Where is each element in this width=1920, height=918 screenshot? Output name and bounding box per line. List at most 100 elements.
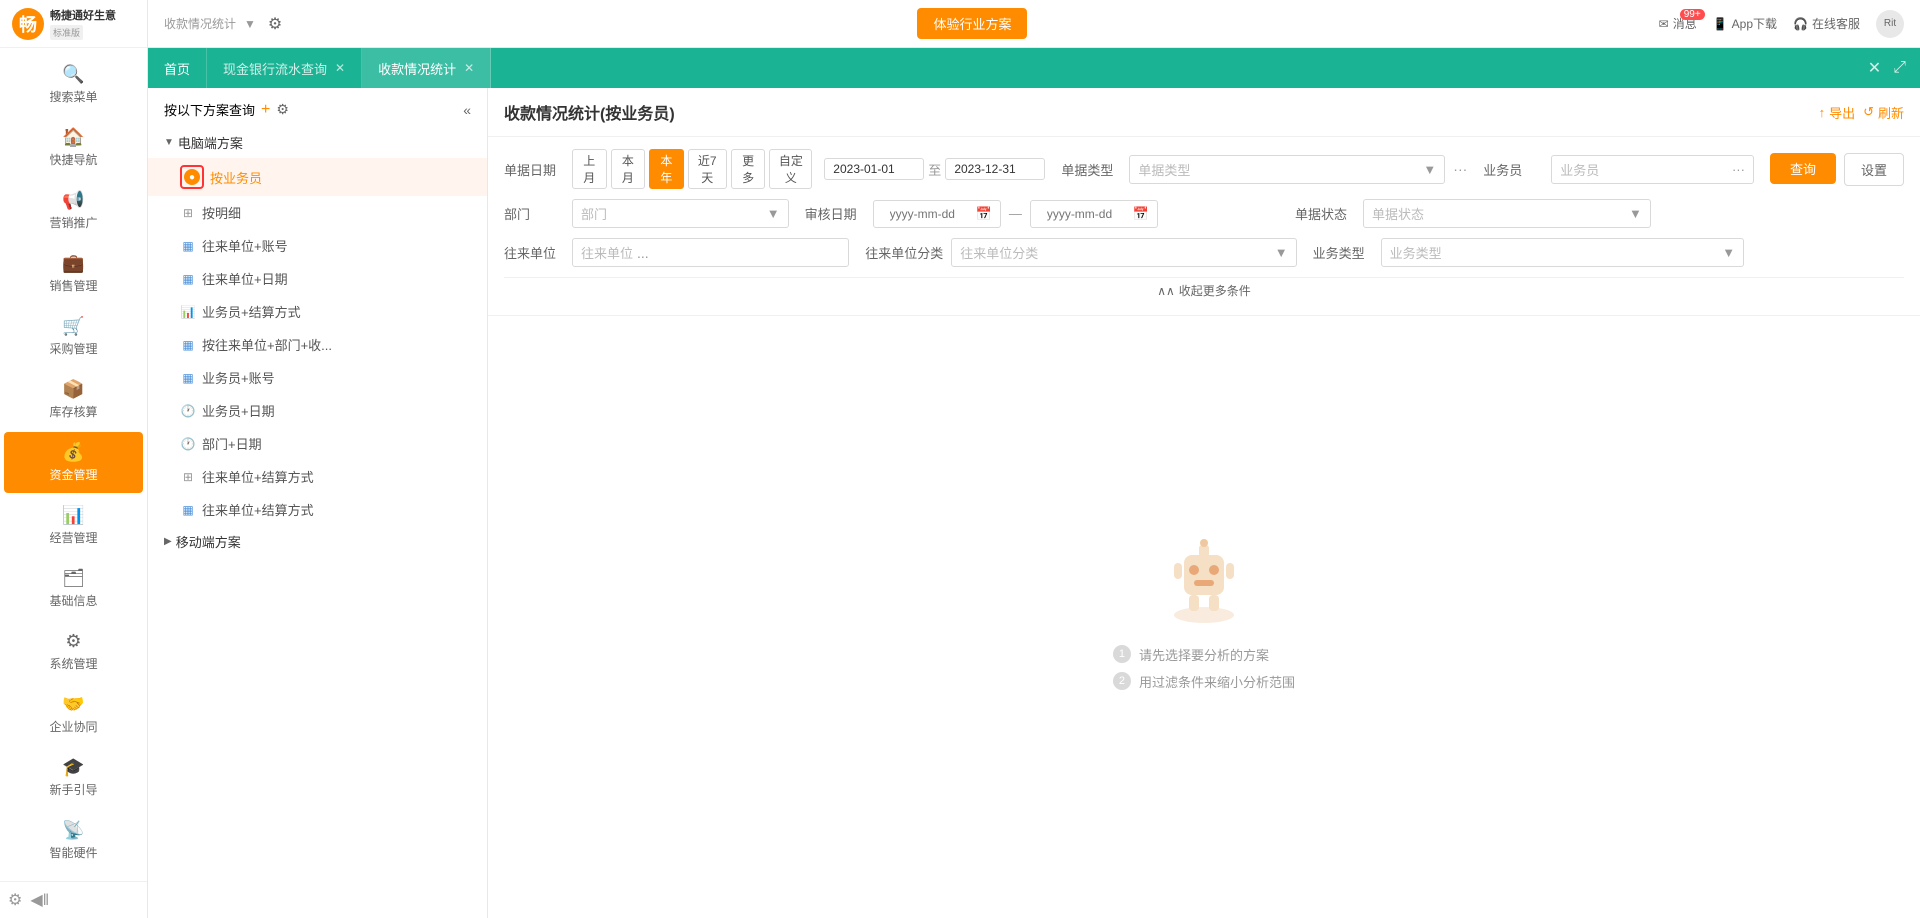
sidebar-item-operation[interactable]: 📊 经营管理 xyxy=(4,495,143,556)
sidebar-item-label: 基础信息 xyxy=(49,592,97,609)
export-btn[interactable]: ↑ 导出 xyxy=(1819,103,1856,122)
tab-home[interactable]: 首页 xyxy=(148,48,207,88)
calendar-to-icon[interactable]: 📅 xyxy=(1133,206,1149,222)
tree-section-desktop: ▼ 电脑端方案 ● 按业务员 ⊞ 按明细 ▦ 往来单位+账号 xyxy=(148,127,487,526)
review-date-from-wrap[interactable]: 📅 xyxy=(873,200,1001,228)
query-btn[interactable]: 查询 xyxy=(1770,153,1836,184)
counterpart-category-select[interactable]: 往来单位分类 ▼ xyxy=(951,238,1296,267)
export-label: 导出 xyxy=(1829,103,1855,122)
sidebar-settings-btn[interactable]: ⚙ xyxy=(8,890,22,910)
close-window-btn[interactable]: ✕ xyxy=(1862,58,1887,78)
breadcrumb-arrow[interactable]: ▼ xyxy=(244,17,256,31)
biz-type-value: 业务类型 xyxy=(1390,243,1442,262)
sidebar: 畅 畅捷通好生意 标准版 🔍 搜索菜单 🏠 快捷导航 📢 营销推广 💼 销售管理… xyxy=(0,0,148,918)
tree-item-salesman-settle[interactable]: 📊 业务员+结算方式 xyxy=(148,295,487,328)
sidebar-item-smart-hw[interactable]: 📡 智能硬件 xyxy=(4,810,143,871)
panel-settings-btn[interactable]: ⚙ xyxy=(276,101,289,118)
sidebar-item-sales[interactable]: 💼 销售管理 xyxy=(4,243,143,304)
biz-type-select[interactable]: 业务类型 ▼ xyxy=(1381,238,1744,267)
sidebar-item-search-menu[interactable]: 🔍 搜索菜单 xyxy=(4,54,143,115)
sidebar-item-enterprise-wx[interactable]: 💬 企业微信 xyxy=(4,873,143,881)
message-btn[interactable]: ✉ 消息 99+ xyxy=(1659,15,1697,32)
date-from-input[interactable] xyxy=(824,158,924,180)
maximize-window-btn[interactable]: ⤢ xyxy=(1887,59,1912,77)
review-date-from-input[interactable] xyxy=(882,204,972,224)
enterprise-icon: 🤝 xyxy=(62,694,84,715)
sidebar-collapse-btn[interactable]: ◀‖ xyxy=(30,890,49,910)
collapse-more-btn[interactable]: ∧∧ 收起更多条件 xyxy=(504,277,1904,303)
calendar-from-icon[interactable]: 📅 xyxy=(976,206,992,222)
sidebar-item-marketing[interactable]: 📢 营销推广 xyxy=(4,180,143,241)
tree-expand-arrow: ▼ xyxy=(164,137,174,148)
salesman-select[interactable]: 业务员 ··· xyxy=(1551,155,1754,184)
app-download-btn[interactable]: 📱 App下载 xyxy=(1713,15,1777,32)
tab-bank-flow-close[interactable]: ✕ xyxy=(335,61,345,75)
tree-item-label: 往来单位+结算方式 xyxy=(202,467,314,486)
sidebar-item-purchase[interactable]: 🛒 采购管理 xyxy=(4,306,143,367)
sidebar-item-basic-info[interactable]: 🗂 基础信息 xyxy=(4,558,143,619)
tree-item-counterpart-settle1[interactable]: ⊞ 往来单位+结算方式 xyxy=(148,460,487,493)
tree-item-by-salesman[interactable]: ● 按业务员 xyxy=(148,158,487,196)
date-more-btn[interactable]: 更多 xyxy=(731,149,766,189)
panel-collapse-btn[interactable]: « xyxy=(463,102,471,118)
tree-item-counterpart-date[interactable]: ▦ 往来单位+日期 xyxy=(148,262,487,295)
tree-item-dept-date[interactable]: 🕐 部门+日期 xyxy=(148,427,487,460)
tree-item-counterpart-account[interactable]: ▦ 往来单位+账号 xyxy=(148,229,487,262)
date-filter-group: 单据日期 上月 本月 本年 近7天 更多 自定义 至 xyxy=(504,149,1045,189)
date-this-month-btn[interactable]: 本月 xyxy=(611,149,646,189)
sidebar-item-label: 系统管理 xyxy=(49,655,97,672)
tip-num-2: 2 xyxy=(1113,672,1131,690)
tree-item-counterpart-settle2[interactable]: ▦ 往来单位+结算方式 xyxy=(148,493,487,526)
tree-section-mobile-header[interactable]: ▶ 移动端方案 xyxy=(148,526,487,557)
tree-item-label: 业务员+账号 xyxy=(202,368,275,387)
tab-receipt-stats-close[interactable]: ✕ xyxy=(464,61,474,75)
doc-type-select[interactable]: 单据类型 ▼ xyxy=(1129,155,1445,184)
date-custom-btn[interactable]: 自定义 xyxy=(769,149,812,189)
trial-btn[interactable]: 体验行业方案 xyxy=(917,8,1027,39)
online-service-btn[interactable]: 🎧 在线客服 xyxy=(1793,15,1860,32)
date-this-year-btn[interactable]: 本年 xyxy=(649,149,684,189)
tree-item-by-detail[interactable]: ⊞ 按明细 xyxy=(148,196,487,229)
dept-label: 部门 xyxy=(504,204,564,223)
empty-illustration xyxy=(1154,535,1254,625)
sidebar-item-label: 经营管理 xyxy=(49,529,97,546)
tab-bank-flow[interactable]: 现金银行流水查询 ✕ xyxy=(207,48,362,88)
sidebar-item-label: 资金管理 xyxy=(49,466,97,483)
sidebar-item-inventory[interactable]: 📦 库存核算 xyxy=(4,369,143,430)
filter-area: 单据日期 上月 本月 本年 近7天 更多 自定义 至 xyxy=(488,137,1920,316)
refresh-btn[interactable]: ↺ 刷新 xyxy=(1863,103,1904,122)
sidebar-item-enterprise[interactable]: 🤝 企业协同 xyxy=(4,684,143,745)
review-date-to-input[interactable] xyxy=(1039,204,1129,224)
counterpart-input[interactable]: 往来单位 ... xyxy=(572,238,849,267)
tree-item-salesman-date[interactable]: 🕐 业务员+日期 xyxy=(148,394,487,427)
tip-text-1: 请先选择要分析的方案 xyxy=(1139,645,1269,664)
empty-tip-2: 2 用过滤条件来缩小分析范围 xyxy=(1113,672,1295,691)
date-last-month-btn[interactable]: 上月 xyxy=(572,149,607,189)
dept-select[interactable]: 部门 ▼ xyxy=(572,199,789,228)
page-header: 收款情况统计(按业务员) ↑ 导出 ↺ 刷新 xyxy=(488,88,1920,137)
sidebar-item-quick-nav[interactable]: 🏠 快捷导航 xyxy=(4,117,143,178)
sidebar-item-system[interactable]: ⚙ 系统管理 xyxy=(4,621,143,682)
user-avatar[interactable]: Rit xyxy=(1876,10,1904,38)
tree-item-counterpart-dept-recv[interactable]: ▦ 按往来单位+部门+收... xyxy=(148,328,487,361)
sidebar-item-finance[interactable]: 💰 资金管理 xyxy=(4,432,143,493)
settings-btn[interactable]: 设置 xyxy=(1844,153,1904,186)
review-date-to-wrap[interactable]: 📅 xyxy=(1030,200,1158,228)
tree-item-salesman-account[interactable]: ▦ 业务员+账号 xyxy=(148,361,487,394)
date-to-input[interactable] xyxy=(945,158,1045,180)
header-gear-icon[interactable]: ⚙ xyxy=(264,10,286,38)
filter-row-3: 往来单位 往来单位 ... 往来单位分类 往来单位分类 ▼ xyxy=(504,238,1904,267)
logo-icon: 畅 xyxy=(12,8,44,40)
detail-icon: ⊞ xyxy=(180,205,196,221)
panel-add-btn[interactable]: + xyxy=(261,101,270,119)
tree-mobile-label: 移动端方案 xyxy=(176,532,241,551)
sidebar-item-guide[interactable]: 🎓 新手引导 xyxy=(4,747,143,808)
date-7days-btn[interactable]: 近7天 xyxy=(688,149,727,189)
doc-status-select[interactable]: 单据状态 ▼ xyxy=(1363,199,1651,228)
tab-receipt-stats[interactable]: 收款情况统计 ✕ xyxy=(362,48,491,88)
user-text: Rit xyxy=(1876,10,1904,38)
doc-type-more-btn[interactable]: ··· xyxy=(1453,161,1467,177)
tree-section-desktop-header[interactable]: ▼ 电脑端方案 xyxy=(148,127,487,158)
counterpart-dots[interactable]: ... xyxy=(637,245,649,261)
counterpart-placeholder: 往来单位 xyxy=(581,243,633,262)
